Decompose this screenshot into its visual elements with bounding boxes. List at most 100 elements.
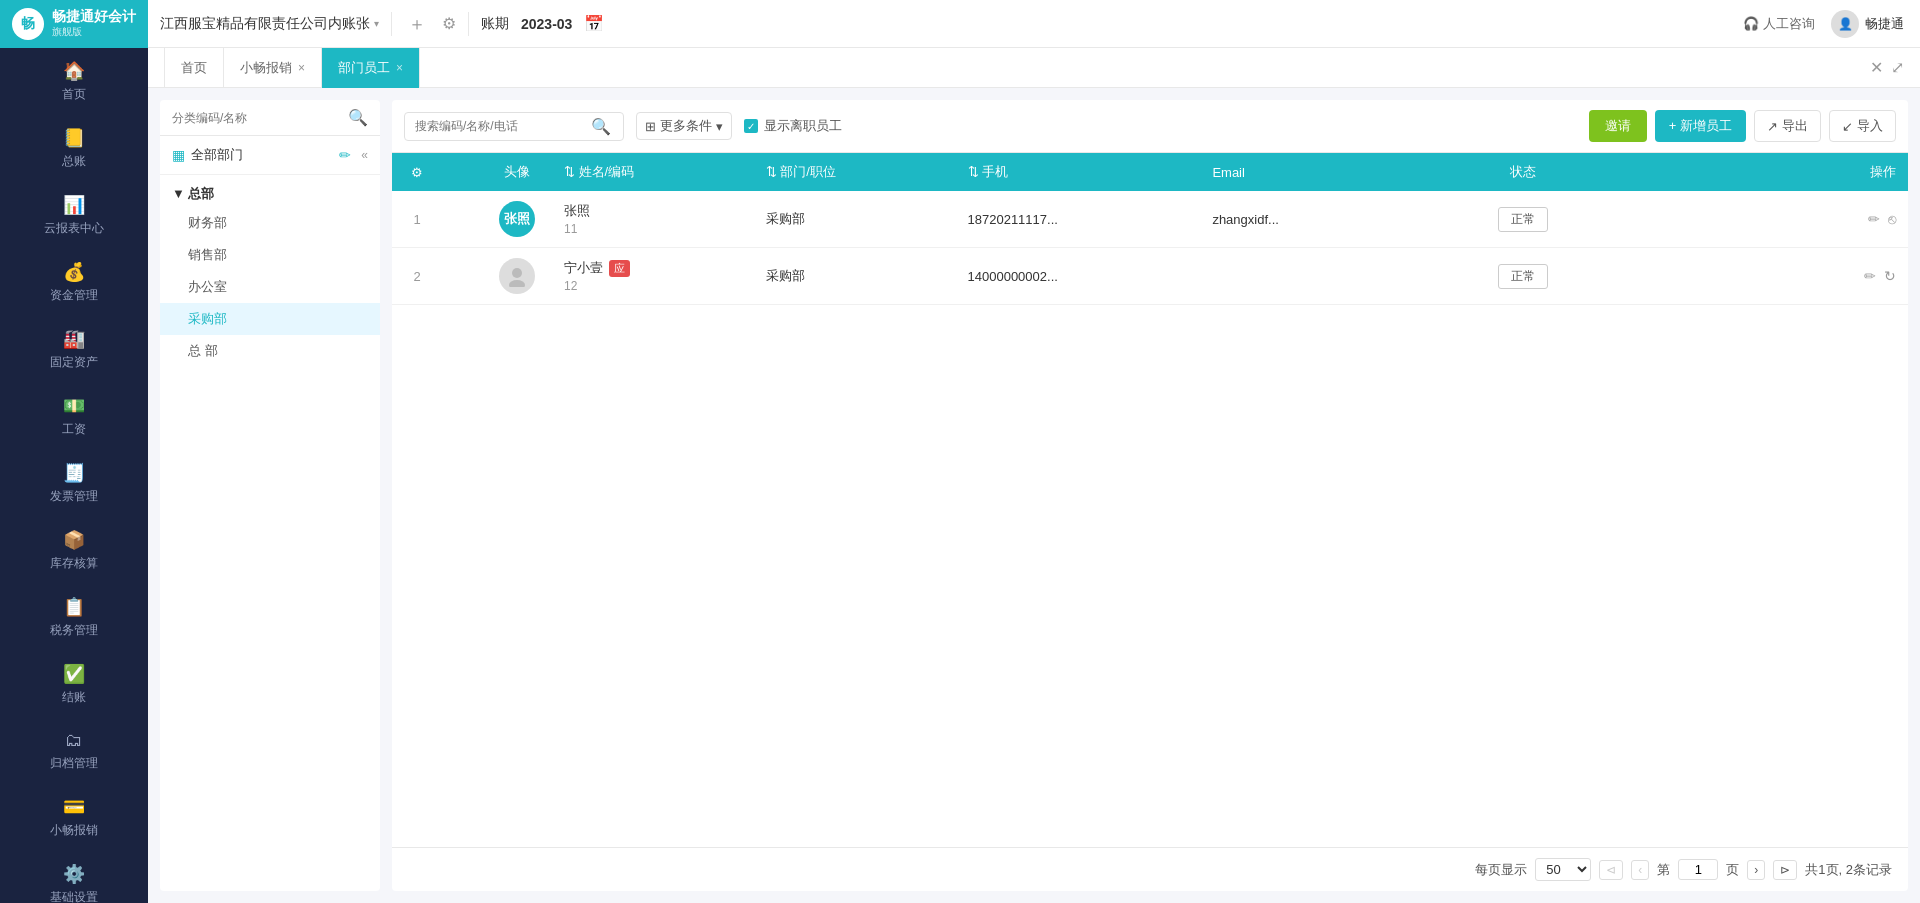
divider2 — [468, 12, 469, 36]
tab-home[interactable]: 首页 — [164, 48, 224, 88]
filter-button[interactable]: ⊞ 更多条件 ▾ — [636, 112, 732, 140]
collapse-icon[interactable]: « — [361, 148, 368, 162]
sidebar: 🏠 首页 📒 总账 📊 云报表中心 💰 资金管理 🏭 固定资产 💵 工资 🧾 发… — [0, 48, 148, 903]
tab-expense-close[interactable]: × — [298, 61, 305, 75]
first-page-button[interactable]: ⊲ — [1599, 860, 1623, 880]
sidebar-item-label: 税务管理 — [50, 622, 98, 639]
employee-table: ⚙ 头像 ⇅ 姓名/编码 ⇅ 部门/职位 ⇅ 手机 Email 状态 操作 — [392, 153, 1908, 847]
edit-dept-icon[interactable]: ✏ — [339, 147, 351, 163]
sidebar-item-funds[interactable]: 💰 资金管理 — [0, 249, 148, 316]
add-button[interactable]: ＋ — [404, 12, 430, 36]
edit-icon-1[interactable]: ✏ — [1868, 211, 1880, 227]
employee-search-input[interactable] — [415, 119, 585, 133]
service-label: 人工咨询 — [1763, 15, 1815, 33]
dept-item-finance[interactable]: 财务部 — [160, 207, 380, 239]
employee-toolbar: 🔍 ⊞ 更多条件 ▾ ✓ 显示离职员工 邀请 + 新增员工 — [392, 100, 1908, 153]
cell-num-seq-2 — [442, 248, 482, 305]
col-settings[interactable]: ⚙ — [392, 153, 442, 191]
sidebar-item-settle[interactable]: ✅ 结账 — [0, 651, 148, 718]
export-label: 导出 — [1782, 117, 1808, 135]
divider — [391, 12, 392, 36]
sidebar-item-reports[interactable]: 📊 云报表中心 — [0, 182, 148, 249]
col-name-code[interactable]: ⇅ 姓名/编码 — [552, 153, 754, 191]
dept-tree: ▼ 总部 财务部 销售部 办公室 采购部 总 部 — [160, 175, 380, 371]
tab-dept-emp[interactable]: 部门员工 × — [322, 48, 420, 88]
export-button[interactable]: ↗ 导出 — [1754, 110, 1821, 142]
sidebar-item-archive[interactable]: 🗂 归档管理 — [0, 718, 148, 784]
logo-text-group: 畅捷通好会计 旗舰版 — [52, 8, 136, 39]
dept-search-icon[interactable]: 🔍 — [348, 108, 368, 127]
settings-icon[interactable]: ⚙ — [442, 14, 456, 33]
action-btns-2: ✏ ↻ — [1663, 268, 1896, 284]
user-area[interactable]: 👤 畅捷通 — [1831, 10, 1904, 38]
cell-actions-1: ✏ ⎋ — [1651, 191, 1908, 248]
headset-icon: 🎧 — [1743, 16, 1759, 31]
tab-dept-emp-close[interactable]: × — [396, 61, 403, 75]
cell-email-2 — [1200, 248, 1394, 305]
sidebar-item-settings[interactable]: ⚙️ 基础设置 — [0, 851, 148, 903]
company-selector[interactable]: 江西服宝精品有限责任公司内账张 ▾ — [160, 15, 379, 33]
dept-group-root[interactable]: ▼ 总部 — [160, 179, 380, 207]
tab-bar: 首页 小畅报销 × 部门员工 × ✕ ⤢ — [148, 48, 1920, 88]
cell-phone-1: 18720211117... — [956, 191, 1201, 248]
dept-item-office[interactable]: 办公室 — [160, 271, 380, 303]
service-button[interactable]: 🎧 人工咨询 — [1743, 15, 1815, 33]
name-badge-group: 宁小壹 应 — [564, 259, 742, 277]
badge-should-pay: 应 — [609, 260, 630, 277]
tab-close-button[interactable]: ✕ — [1870, 58, 1883, 77]
add-employee-button[interactable]: + 新增员工 — [1655, 110, 1746, 142]
import-button[interactable]: ↙ 导入 — [1829, 110, 1896, 142]
cell-name-1: 张照 11 — [552, 191, 754, 248]
cell-num-seq-1 — [442, 191, 482, 248]
sidebar-item-tax[interactable]: 📋 税务管理 — [0, 584, 148, 651]
sidebar-item-inventory[interactable]: 📦 库存核算 — [0, 517, 148, 584]
dept-item-purchase[interactable]: 采购部 — [160, 303, 380, 335]
sidebar-item-label: 云报表中心 — [44, 220, 104, 237]
dept-item-sales[interactable]: 销售部 — [160, 239, 380, 271]
import-icon: ↙ — [1842, 119, 1853, 134]
page-unit: 页 — [1726, 861, 1739, 879]
col-dept-pos[interactable]: ⇅ 部门/职位 — [754, 153, 956, 191]
name-code-group-2: 宁小壹 应 12 — [564, 259, 742, 293]
sidebar-item-home[interactable]: 🏠 首页 — [0, 48, 148, 115]
company-name-text: 江西服宝精品有限责任公司内账张 — [160, 15, 370, 33]
page-number-input[interactable] — [1678, 859, 1718, 880]
last-page-button[interactable]: ⊳ — [1773, 860, 1797, 880]
tab-right-actions: ✕ ⤢ — [1870, 58, 1904, 77]
next-page-button[interactable]: › — [1747, 860, 1765, 880]
sidebar-item-ledger[interactable]: 📒 总账 — [0, 115, 148, 182]
dept-item-hq[interactable]: 总 部 — [160, 335, 380, 367]
content-area: 首页 小畅报销 × 部门员工 × ✕ ⤢ 🔍 — [148, 48, 1920, 903]
invite-button[interactable]: 邀请 — [1589, 110, 1647, 142]
calendar-icon[interactable]: 📅 — [584, 14, 604, 33]
settings-sidebar-icon: ⚙️ — [63, 863, 85, 885]
status-badge-1: 正常 — [1498, 207, 1548, 232]
edit-icon-2[interactable]: ✏ — [1864, 268, 1876, 284]
sidebar-item-salary[interactable]: 💵 工资 — [0, 383, 148, 450]
sidebar-item-assets[interactable]: 🏭 固定资产 — [0, 316, 148, 383]
refresh-icon-2[interactable]: ↻ — [1884, 268, 1896, 284]
show-resigned-toggle[interactable]: ✓ 显示离职员工 — [744, 117, 842, 135]
pagination-total: 共1页, 2条记录 — [1805, 861, 1892, 879]
delete-icon-1[interactable]: ⎋ — [1888, 211, 1896, 227]
left-panel: 🔍 ▦ 全部部门 ✏ « ▼ 总部 财务部 销售部 办公室 采购部 总 部 — [160, 100, 380, 891]
cell-name-2: 宁小壹 应 12 — [552, 248, 754, 305]
search-icon[interactable]: 🔍 — [591, 117, 611, 136]
filter-label: 更多条件 — [660, 117, 712, 135]
sidebar-item-label: 资金管理 — [50, 287, 98, 304]
sidebar-item-invoice[interactable]: 🧾 发票管理 — [0, 450, 148, 517]
tab-expand-button[interactable]: ⤢ — [1891, 58, 1904, 77]
resigned-checkbox[interactable]: ✓ — [744, 119, 758, 133]
cell-email-1: zhangxidf... — [1200, 191, 1394, 248]
col-phone[interactable]: ⇅ 手机 — [956, 153, 1201, 191]
page-size-select[interactable]: 50 100 200 — [1535, 858, 1591, 881]
dept-search-input[interactable] — [172, 111, 340, 125]
prev-page-button[interactable]: ‹ — [1631, 860, 1649, 880]
tab-expense[interactable]: 小畅报销 × — [224, 48, 322, 88]
sidebar-item-label: 总账 — [62, 153, 86, 170]
expense-icon: 💳 — [63, 796, 85, 818]
import-label: 导入 — [1857, 117, 1883, 135]
all-dept-row[interactable]: ▦ 全部部门 ✏ « — [160, 136, 380, 175]
cell-status-2: 正常 — [1394, 248, 1651, 305]
sidebar-item-expense[interactable]: 💳 小畅报销 — [0, 784, 148, 851]
